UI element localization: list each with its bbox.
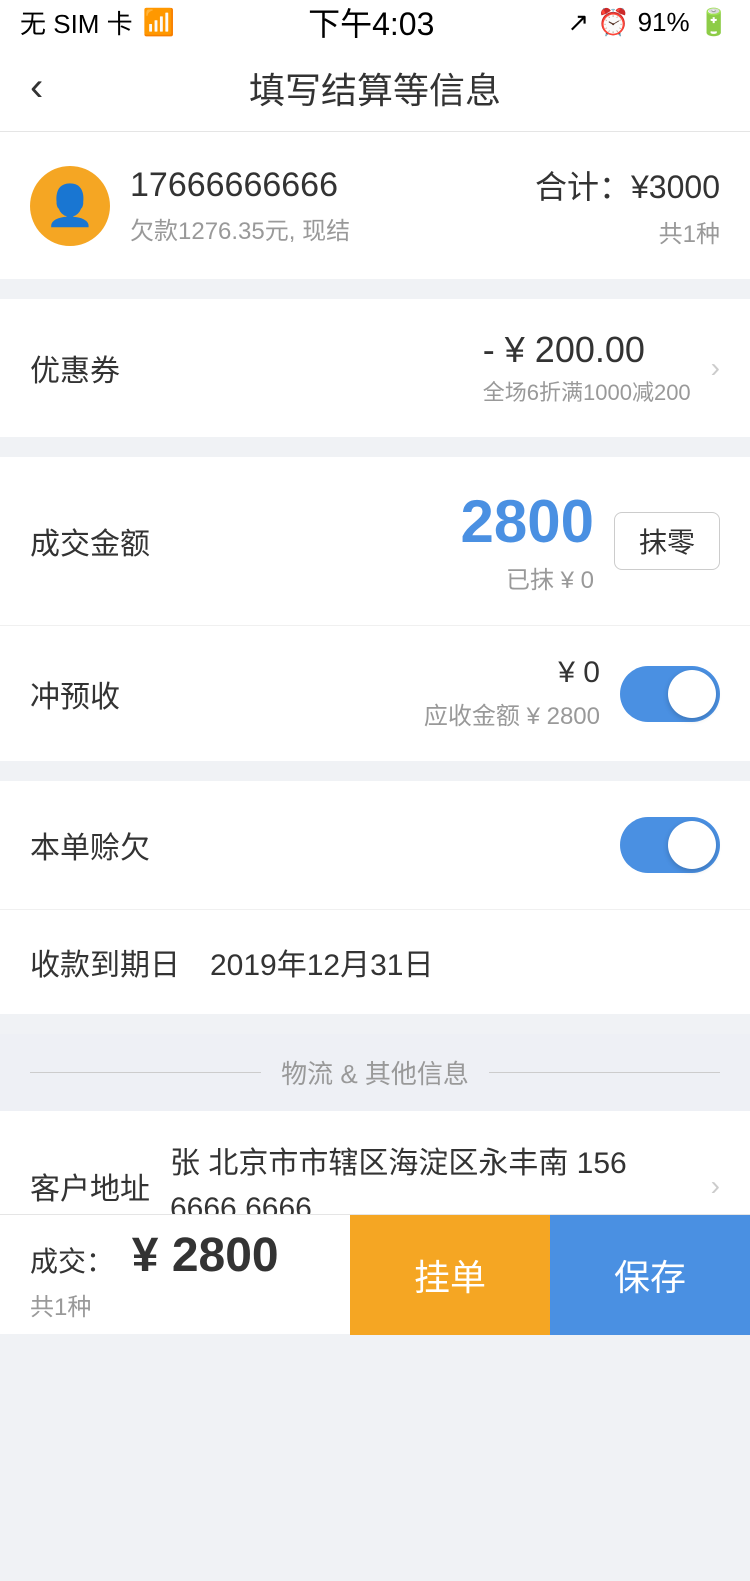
user-debt: 欠款1276.35元, 现结 [130, 211, 350, 246]
user-right: 合计：¥3000 共1种 [535, 162, 720, 249]
debt-section: 本单赊欠 收款到期日 2019年12月31日 [0, 781, 750, 1014]
bottom-count: 共1种 [30, 1287, 320, 1322]
battery-label: 91% [638, 7, 690, 38]
avatar: 👤 [30, 166, 110, 246]
prepay-receivable: 应收金额 ¥ 2800 [424, 696, 600, 731]
page-title: 填写结算等信息 [249, 62, 501, 114]
user-card: 👤 17666666666 欠款1276.35元, 现结 合计：¥3000 共1… [0, 132, 750, 279]
amount-right: 2800 已抹 ¥ 0 抹零 [461, 487, 721, 595]
deal-amount-section: 成交金额 2800 已抹 ¥ 0 抹零 冲预收 ¥ 0 应收金额 ¥ 2800 [0, 457, 750, 761]
amount-label: 成交金额 [30, 519, 150, 563]
amount-row: 成交金额 2800 已抹 ¥ 0 抹零 [0, 457, 750, 625]
sim-label: 无 SIM 卡 [20, 4, 133, 41]
address-arrow-icon: › [711, 1170, 720, 1202]
divider-line-left [30, 1072, 261, 1073]
content: 👤 17666666666 欠款1276.35元, 现结 合计：¥3000 共1… [0, 132, 750, 1581]
user-left: 👤 17666666666 欠款1276.35元, 现结 [30, 166, 350, 246]
alarm-icon: ⏰ [597, 7, 629, 38]
prepay-toggle[interactable] [620, 666, 720, 722]
user-phone: 17666666666 [130, 166, 350, 205]
user-info: 17666666666 欠款1276.35元, 现结 [130, 166, 350, 246]
coupon-arrow-icon: › [711, 352, 720, 384]
coupon-right: - ¥ 200.00 全场6折满1000减200 › [483, 329, 720, 407]
back-button[interactable]: ‹ [30, 65, 90, 110]
round-button[interactable]: 抹零 [614, 512, 720, 570]
coupon-desc: 全场6折满1000减200 [483, 375, 691, 407]
bottom-deal-amount: ¥ 2800 [132, 1229, 279, 1282]
debt-label: 本单赊欠 [30, 823, 150, 867]
prepay-amount: ¥ 0 [424, 656, 600, 690]
bottom-bar: 成交： ¥ 2800 共1种 挂单 保存 [0, 1214, 750, 1334]
save-button[interactable]: 保存 [550, 1215, 750, 1335]
debt-toggle[interactable] [620, 817, 720, 873]
bottom-deal-label: 成交： [30, 1246, 114, 1277]
prepay-right: ¥ 0 应收金额 ¥ 2800 [424, 656, 720, 731]
hold-button[interactable]: 挂单 [350, 1215, 550, 1335]
status-time: 下午4:03 [308, 0, 434, 45]
coupon-row[interactable]: 优惠券 - ¥ 200.00 全场6折满1000减200 › [0, 299, 750, 437]
amount-value: 2800 [461, 487, 594, 556]
duedate-label: 收款到期日 [30, 940, 180, 984]
duedate-value: 2019年12月31日 [210, 940, 433, 984]
wifi-icon: 📶 [143, 7, 175, 38]
bottom-deal-line: 成交： ¥ 2800 [30, 1228, 320, 1283]
location-icon: ↗ [567, 7, 589, 38]
divider-line-right [489, 1072, 720, 1073]
total-amount: 合计：¥3000 [535, 162, 720, 208]
status-right: ↗ ⏰ 91% 🔋 [567, 7, 730, 38]
debt-row: 本单赊欠 [0, 781, 750, 909]
prepay-info: ¥ 0 应收金额 ¥ 2800 [424, 656, 600, 731]
bottom-summary: 成交： ¥ 2800 共1种 [0, 1228, 350, 1322]
prepay-row: 冲预收 ¥ 0 应收金额 ¥ 2800 [0, 625, 750, 761]
amount-sub: 已抹 ¥ 0 [461, 560, 594, 595]
duedate-row: 收款到期日 2019年12月31日 [0, 909, 750, 1014]
logistics-divider: 物流 & 其他信息 [0, 1034, 750, 1111]
address-label: 客户地址 [30, 1164, 150, 1208]
prepay-label: 冲预收 [30, 672, 120, 716]
nav-bar: ‹ 填写结算等信息 [0, 44, 750, 132]
status-left: 无 SIM 卡 📶 [20, 4, 175, 41]
status-bar: 无 SIM 卡 📶 下午4:03 ↗ ⏰ 91% 🔋 [0, 0, 750, 44]
total-count: 共1种 [535, 214, 720, 249]
coupon-discount: - ¥ 200.00 [483, 329, 691, 371]
battery-icon: 🔋 [698, 7, 730, 38]
coupon-label: 优惠券 [30, 346, 120, 390]
logistics-label: 物流 & 其他信息 [281, 1054, 469, 1091]
